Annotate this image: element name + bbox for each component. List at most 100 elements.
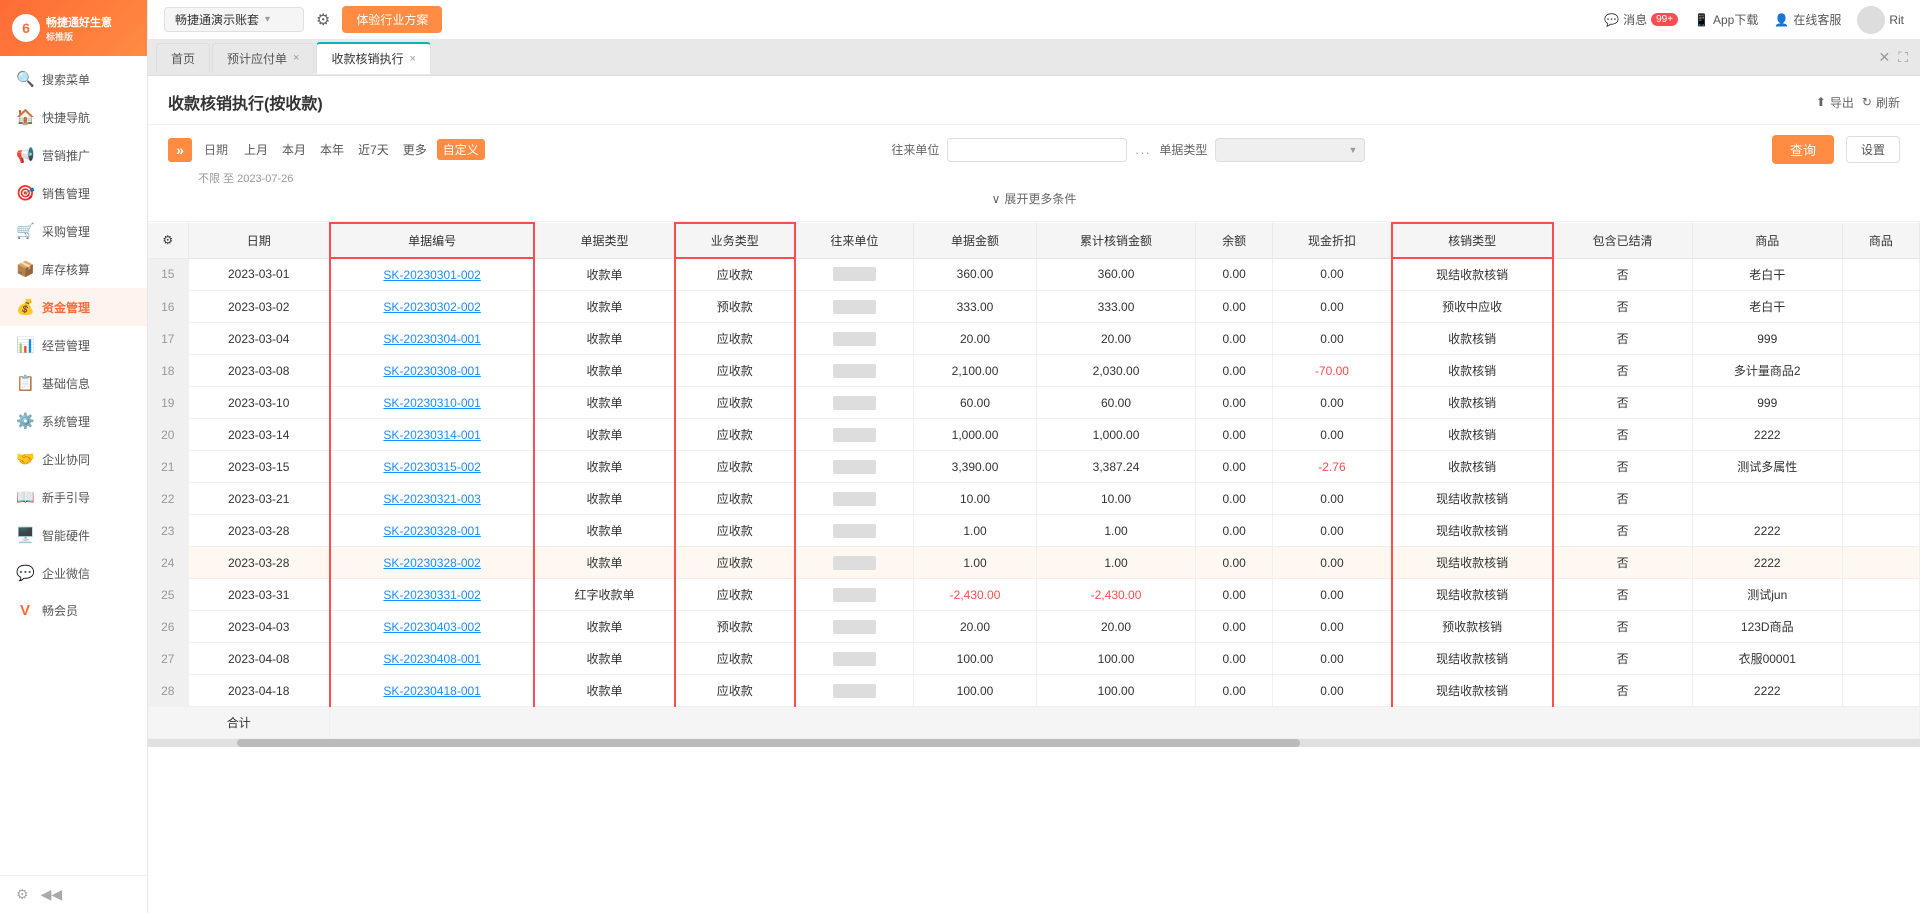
filter-date-more[interactable]: 更多 bbox=[399, 139, 431, 160]
doc-type-select[interactable] bbox=[1215, 138, 1365, 162]
col-settings[interactable]: ⚙ bbox=[148, 223, 188, 258]
sidebar-item-sales[interactable]: 🎯 销售管理 bbox=[0, 174, 147, 212]
sidebar-item-search[interactable]: 🔍 搜索菜单 bbox=[0, 60, 147, 98]
sidebar-item-system[interactable]: ⚙️ 系统管理 bbox=[0, 402, 147, 440]
row-biz-type: 应收款 bbox=[675, 483, 795, 515]
message-btn[interactable]: 💬 消息 99+ bbox=[1604, 11, 1678, 28]
filter-dots: ... bbox=[1135, 143, 1151, 157]
sidebar-collapse-icon[interactable]: ◀◀ bbox=[41, 886, 63, 903]
col-product2: 商品 bbox=[1842, 223, 1919, 258]
sidebar-item-purchase[interactable]: 🛒 采购管理 bbox=[0, 212, 147, 250]
sidebar-item-enterprise[interactable]: 🤝 企业协同 bbox=[0, 440, 147, 478]
row-doc-no[interactable]: SK-20230403-002 bbox=[330, 611, 534, 643]
row-product2 bbox=[1842, 387, 1919, 419]
row-doc-no[interactable]: SK-20230304-001 bbox=[330, 323, 534, 355]
filter-more-row: ∨ 展开更多条件 bbox=[168, 186, 1900, 211]
data-table: ⚙ 日期 单据编号 单据类型 业务类型 往来单位 单据金额 累计核销金额 余额 … bbox=[148, 222, 1920, 739]
tab-payable-close[interactable]: × bbox=[293, 52, 299, 64]
refresh-btn[interactable]: ↻ 刷新 bbox=[1862, 94, 1900, 111]
row-amount: 60.00 bbox=[914, 387, 1037, 419]
service-icon: 👤 bbox=[1774, 13, 1789, 27]
workspace-selector[interactable]: 畅捷通演示账套 ▾ bbox=[164, 7, 304, 32]
row-doc-no[interactable]: SK-20230310-001 bbox=[330, 387, 534, 419]
user-avatar[interactable]: Rit bbox=[1857, 6, 1904, 34]
tab-receipt-close[interactable]: × bbox=[409, 53, 415, 65]
row-verify-type: 现结收款核销 bbox=[1392, 643, 1553, 675]
filter-date-7days[interactable]: 近7天 bbox=[354, 139, 393, 160]
sidebar-item-wechat[interactable]: 💬 企业微信 bbox=[0, 554, 147, 592]
filter-date-options: 上月 本月 本年 近7天 更多 自定义 bbox=[240, 139, 485, 160]
row-doc-no[interactable]: SK-20230302-002 bbox=[330, 291, 534, 323]
sidebar-item-operations[interactable]: 📊 经营管理 bbox=[0, 326, 147, 364]
row-doc-no[interactable]: SK-20230315-002 bbox=[330, 451, 534, 483]
row-balance: 0.00 bbox=[1196, 355, 1273, 387]
filter-date-last-month[interactable]: 上月 bbox=[240, 139, 272, 160]
sidebar-nav: 🔍 搜索菜单 🏠 快捷导航 📢 营销推广 🎯 销售管理 🛒 采购管理 📦 库存核… bbox=[0, 56, 147, 875]
settings-btn[interactable]: 设置 bbox=[1846, 136, 1900, 163]
row-biz-type: 应收款 bbox=[675, 547, 795, 579]
industry-btn[interactable]: 体验行业方案 bbox=[342, 6, 442, 33]
row-amount: 1,000.00 bbox=[914, 419, 1037, 451]
row-balance: 0.00 bbox=[1196, 675, 1273, 707]
row-verify-type: 收款核销 bbox=[1392, 355, 1553, 387]
total-row: 合计 bbox=[148, 707, 1920, 739]
filter-date-this-month[interactable]: 本月 bbox=[278, 139, 310, 160]
row-verified: 60.00 bbox=[1036, 387, 1195, 419]
row-date: 2023-03-31 bbox=[188, 579, 330, 611]
row-verify-type: 现结收款核销 bbox=[1392, 547, 1553, 579]
row-doc-no[interactable]: SK-20230314-001 bbox=[330, 419, 534, 451]
row-doc-no[interactable]: SK-20230328-001 bbox=[330, 515, 534, 547]
sidebar-item-hardware[interactable]: 🖥️ 智能硬件 bbox=[0, 516, 147, 554]
row-verified: -2,430.00 bbox=[1036, 579, 1195, 611]
topbar-gear-icon[interactable]: ⚙ bbox=[316, 10, 330, 30]
sidebar-item-basics[interactable]: 📋 基础信息 bbox=[0, 364, 147, 402]
sidebar-item-finance[interactable]: 💰 资金管理 bbox=[0, 288, 147, 326]
row-doc-no[interactable]: SK-20230321-003 bbox=[330, 483, 534, 515]
filter-date-custom[interactable]: 自定义 bbox=[437, 139, 485, 160]
row-num: 26 bbox=[148, 611, 188, 643]
row-balance: 0.00 bbox=[1196, 451, 1273, 483]
row-doc-no[interactable]: SK-20230408-001 bbox=[330, 643, 534, 675]
sidebar-item-inventory[interactable]: 📦 库存核算 bbox=[0, 250, 147, 288]
row-product2 bbox=[1842, 643, 1919, 675]
row-doc-no[interactable]: SK-20230418-001 bbox=[330, 675, 534, 707]
row-doc-no[interactable]: SK-20230328-002 bbox=[330, 547, 534, 579]
tab-home[interactable]: 首页 bbox=[156, 43, 210, 73]
topbar-actions: 💬 消息 99+ 📱 App下载 👤 在线客服 Rit bbox=[1604, 6, 1904, 34]
sidebar-item-guide[interactable]: 📖 新手引导 bbox=[0, 478, 147, 516]
row-doc-no[interactable]: SK-20230308-001 bbox=[330, 355, 534, 387]
row-amount: 360.00 bbox=[914, 258, 1037, 291]
row-discount: 0.00 bbox=[1273, 643, 1392, 675]
sidebar-item-marketing[interactable]: 📢 营销推广 bbox=[0, 136, 147, 174]
row-amount: 100.00 bbox=[914, 675, 1037, 707]
filter-date-this-year[interactable]: 本年 bbox=[316, 139, 348, 160]
row-balance: 0.00 bbox=[1196, 643, 1273, 675]
row-product1: 2222 bbox=[1692, 547, 1842, 579]
sidebar-item-shortcuts[interactable]: 🏠 快捷导航 bbox=[0, 98, 147, 136]
row-product1: 测试jun bbox=[1692, 579, 1842, 611]
sidebar-item-member[interactable]: V 畅会员 bbox=[0, 592, 147, 629]
online-service-btn[interactable]: 👤 在线客服 bbox=[1774, 11, 1841, 28]
expand-window-icon[interactable]: ⛶ bbox=[1898, 49, 1908, 66]
app-download-btn[interactable]: 📱 App下载 bbox=[1694, 11, 1758, 28]
sidebar-settings-icon[interactable]: ⚙ bbox=[16, 886, 29, 903]
col-biz-type: 业务类型 bbox=[675, 223, 795, 258]
row-doc-type: 收款单 bbox=[534, 419, 674, 451]
table-row: 272023-04-08SK-20230408-001收款单应收款█████10… bbox=[148, 643, 1920, 675]
row-date: 2023-03-04 bbox=[188, 323, 330, 355]
tab-payable[interactable]: 预计应付单 × bbox=[212, 43, 314, 73]
row-doc-no[interactable]: SK-20230331-002 bbox=[330, 579, 534, 611]
query-btn[interactable]: 查询 bbox=[1772, 135, 1834, 164]
close-window-icon[interactable]: ✕ bbox=[1878, 49, 1890, 66]
row-num: 17 bbox=[148, 323, 188, 355]
counterparty-input[interactable] bbox=[947, 138, 1127, 162]
row-doc-no[interactable]: SK-20230301-002 bbox=[330, 258, 534, 291]
export-btn[interactable]: ⬆ 导出 bbox=[1816, 94, 1854, 111]
expand-more-btn[interactable]: ∨ 展开更多条件 bbox=[992, 190, 1077, 207]
tab-receipt-verify[interactable]: 收款核销执行 × bbox=[316, 42, 430, 74]
row-discount: 0.00 bbox=[1273, 579, 1392, 611]
row-counterparty: █████ bbox=[795, 291, 914, 323]
guide-icon: 📖 bbox=[16, 488, 34, 506]
filter-expand-btn[interactable]: » bbox=[168, 138, 192, 162]
table-row: 222023-03-21SK-20230321-003收款单应收款█████10… bbox=[148, 483, 1920, 515]
